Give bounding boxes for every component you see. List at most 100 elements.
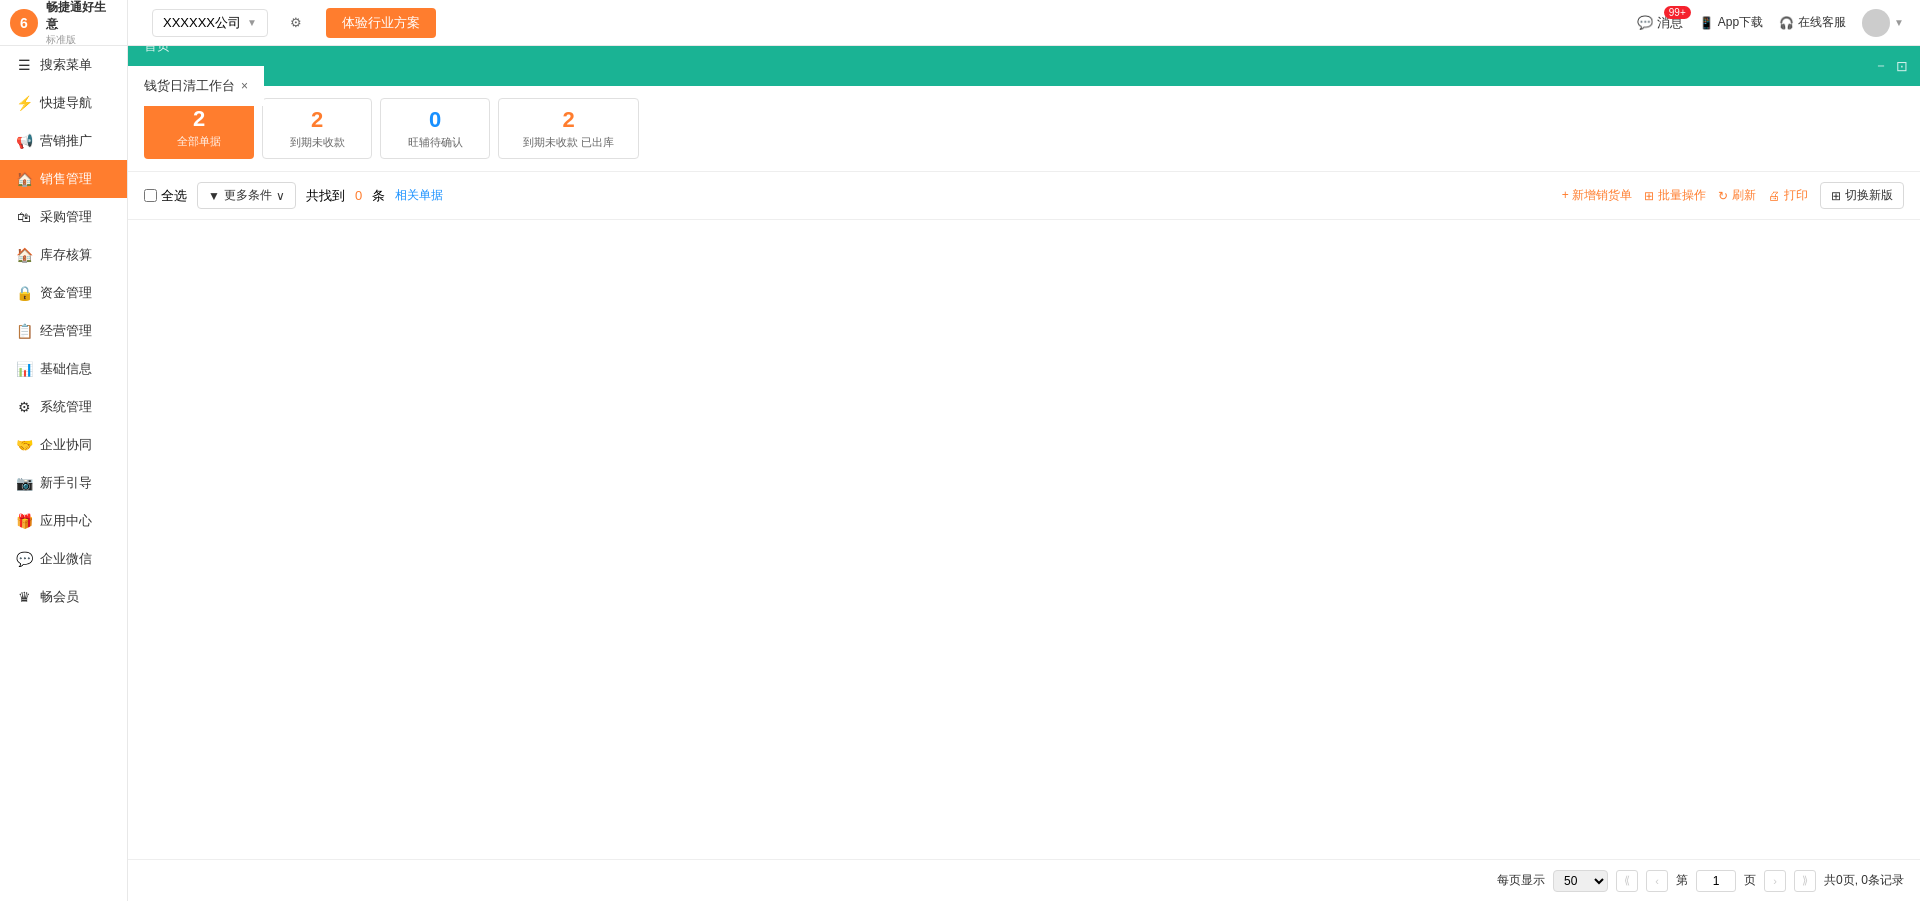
stat-label-overdue-out: 到期未收款 已出库 <box>523 135 614 150</box>
tab-actions: － ⊡ <box>1874 57 1920 75</box>
sidebar-label-app-center: 应用中心 <box>40 512 92 530</box>
stats-tabs: 2全部单据 2 到期未收款 0旺辅待确认 2 到期未收款 已出库 <box>128 86 1920 172</box>
finance-icon: 🔒 <box>16 285 32 301</box>
found-prefix: 共找到 <box>306 187 345 205</box>
sidebar-item-app-center[interactable]: 🎁 应用中心 <box>0 502 127 540</box>
company-name: XXXXXX公司 <box>163 14 241 32</box>
logo-name: 畅捷通好生意 <box>46 0 117 33</box>
operations-icon: 📋 <box>16 323 32 339</box>
message-icon: 💬 <box>1637 15 1653 30</box>
sidebar: 6 畅捷通好生意 标准版 ☰搜索菜单 ⚡ 快捷导航 📢 营销推广 🏠销售管理🛍采购管理🏠库… <box>0 0 128 901</box>
tab-bar: 首页钱货日清工作台× － ⊡ <box>128 46 1920 86</box>
tab-maximize-icon[interactable]: ⊡ <box>1896 58 1908 74</box>
page-size-label: 每页显示 <box>1497 872 1545 889</box>
stat-tab-all[interactable]: 2全部单据 <box>144 98 254 159</box>
quick-nav-icon: ⚡ <box>16 95 32 111</box>
filter-icon: ▼ <box>208 189 220 203</box>
sidebar-item-basic-info[interactable]: 📊 基础信息 <box>0 350 127 388</box>
avatar <box>1862 9 1890 37</box>
wechat-icon: 💬 <box>16 551 32 567</box>
guide-icon: 📷 <box>16 475 32 491</box>
sidebar-item-search[interactable]: ☰搜索菜单 <box>0 46 127 84</box>
checkbox-input[interactable] <box>144 189 157 202</box>
system-icon: ⚙ <box>16 399 32 415</box>
chevron-down-icon-avatar: ▼ <box>1894 17 1904 28</box>
sidebar-item-system[interactable]: ⚙系统管理 <box>0 388 127 426</box>
sidebar-item-marketing[interactable]: 📢 营销推广 <box>0 122 127 160</box>
related-records-link[interactable]: 相关单据 <box>395 187 443 204</box>
sidebar-item-wechat[interactable]: 💬企业微信 <box>0 540 127 578</box>
batch-ops-btn[interactable]: ⊞ 批量操作 <box>1644 187 1706 204</box>
sidebar-label-basic-info: 基础信息 <box>40 360 92 378</box>
sidebar-item-quick-nav[interactable]: ⚡ 快捷导航 <box>0 84 127 122</box>
chevron-down-icon-filter: ∨ <box>276 189 285 203</box>
more-conditions-btn[interactable]: ▼ 更多条件 ∨ <box>197 182 296 209</box>
sidebar-item-cooperation[interactable]: 🤝企业协同 <box>0 426 127 464</box>
trial-button[interactable]: 体验行业方案 <box>326 8 436 38</box>
logo-badge: 标准版 <box>46 33 117 47</box>
stat-num-overdue: 2 <box>311 107 323 133</box>
topbar-right: 💬 消息 99+ 📱 App下载 🎧 在线客服 ▼ <box>1637 9 1904 37</box>
sidebar-item-member[interactable]: ♛ 畅会员 <box>0 578 127 616</box>
tab-close-1[interactable]: × <box>241 79 248 93</box>
refresh-label: 刷新 <box>1732 187 1756 204</box>
print-btn[interactable]: 🖨 打印 <box>1768 187 1808 204</box>
page-input[interactable] <box>1696 870 1736 892</box>
app-download-icon: 📱 <box>1699 16 1714 30</box>
message-area[interactable]: 💬 消息 99+ <box>1637 14 1683 32</box>
sidebar-label-quick-nav: 快捷导航 <box>40 94 92 112</box>
tab-minimize-icon[interactable]: － <box>1874 57 1888 75</box>
logo-icon: 6 <box>10 9 38 37</box>
sidebar-label-marketing: 营销推广 <box>40 132 92 150</box>
sidebar-label-sales: 销售管理 <box>40 170 92 188</box>
sidebar-item-operations[interactable]: 📋经营管理 <box>0 312 127 350</box>
stat-label-overdue: 到期未收款 <box>290 135 345 150</box>
table-area <box>128 220 1920 859</box>
sidebar-item-guide[interactable]: 📷 新手引导 <box>0 464 127 502</box>
content-inner: 2全部单据2到期未收款0旺辅待确认2到期未收款 已出库 全选 ▼ 更多条件 ∨ … <box>128 86 1920 901</box>
sidebar-item-sales[interactable]: 🏠销售管理 <box>0 160 127 198</box>
next-page-btn[interactable]: › <box>1764 870 1786 892</box>
sidebar-items: ☰搜索菜单 ⚡ 快捷导航 📢 营销推广 🏠销售管理🛍采购管理🏠库存核算🔒资金管理📋经营管理… <box>0 46 127 616</box>
found-unit: 条 <box>372 187 385 205</box>
first-page-btn[interactable]: ⟪ <box>1616 870 1638 892</box>
page-size-select[interactable]: 50 10 20 100 <box>1553 870 1608 892</box>
last-page-btn[interactable]: ⟫ <box>1794 870 1816 892</box>
logo-area: 6 畅捷通好生意 标准版 <box>0 0 128 46</box>
toolbar-right: + 新增销货单 ⊞ 批量操作 ↻ 刷新 🖨 打印 ⊞ 切换新版 <box>1562 182 1904 209</box>
stat-tab-overdue-out[interactable]: 2 到期未收款 已出库 <box>498 98 639 159</box>
batch-label: 批量操作 <box>1658 187 1706 204</box>
switch-version-btn[interactable]: ⊞ 切换新版 <box>1820 182 1904 209</box>
app-center-icon: 🎁 <box>16 513 32 529</box>
prev-page-btn[interactable]: ‹ <box>1646 870 1668 892</box>
sidebar-label-purchase: 采购管理 <box>40 208 92 226</box>
marketing-icon: 📢 <box>16 133 32 149</box>
headset-icon: 🎧 <box>1779 16 1794 30</box>
settings-icon[interactable]: ⚙ <box>282 9 310 37</box>
select-all-checkbox[interactable]: 全选 <box>144 187 187 205</box>
logo-text-area: 畅捷通好生意 标准版 <box>46 0 117 47</box>
refresh-icon: ↻ <box>1718 189 1728 203</box>
sidebar-label-guide: 新手引导 <box>40 474 92 492</box>
basic-info-icon: 📊 <box>16 361 32 377</box>
stat-tab-overdue[interactable]: 2 到期未收款 <box>262 98 372 159</box>
refresh-btn[interactable]: ↻ 刷新 <box>1718 187 1756 204</box>
sidebar-item-inventory[interactable]: 🏠库存核算 <box>0 236 127 274</box>
online-service-area[interactable]: 🎧 在线客服 <box>1779 14 1846 31</box>
chevron-down-icon: ▼ <box>247 17 257 28</box>
batch-icon: ⊞ <box>1644 189 1654 203</box>
app-download-area[interactable]: 📱 App下载 <box>1699 14 1763 31</box>
sidebar-item-finance[interactable]: 🔒资金管理 <box>0 274 127 312</box>
sidebar-label-member: 畅会员 <box>40 588 79 606</box>
add-sales-btn[interactable]: + 新增销货单 <box>1562 187 1632 204</box>
member-icon: ♛ <box>16 589 32 605</box>
sidebar-item-purchase[interactable]: 🛍采购管理 <box>0 198 127 236</box>
avatar-area[interactable]: ▼ <box>1862 9 1904 37</box>
select-all-label: 全选 <box>161 187 187 205</box>
stat-tab-pending[interactable]: 0旺辅待确认 <box>380 98 490 159</box>
company-selector[interactable]: XXXXXX公司 ▼ <box>152 9 268 37</box>
cooperation-icon: 🤝 <box>16 437 32 453</box>
main-content: 2全部单据2到期未收款0旺辅待确认2到期未收款 已出库 全选 ▼ 更多条件 ∨ … <box>128 86 1920 901</box>
tab-1[interactable]: 钱货日清工作台× <box>128 66 264 106</box>
stat-num-overdue-out: 2 <box>562 107 574 133</box>
